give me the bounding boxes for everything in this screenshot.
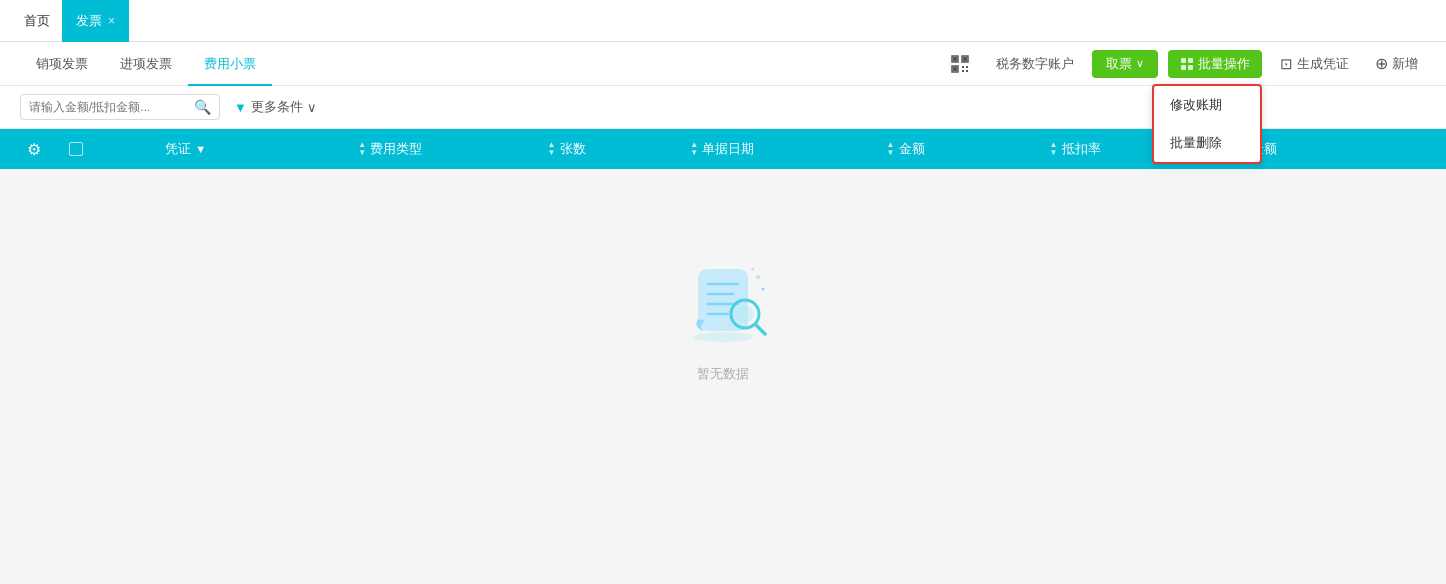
settings-header[interactable]: ⚙	[10, 140, 58, 159]
svg-rect-5	[953, 67, 957, 71]
svg-rect-6	[962, 66, 964, 68]
home-tab[interactable]: 首页	[12, 12, 62, 30]
voucher-filter-icon: ▼	[195, 143, 206, 155]
search-box: 🔍	[20, 94, 220, 120]
count-label: 张数	[560, 140, 586, 158]
invoice-tab[interactable]: 发票 ×	[62, 0, 129, 42]
expense-sort-arrows: ▲▼	[358, 141, 366, 157]
empty-illustration	[673, 249, 773, 349]
svg-point-22	[756, 275, 760, 279]
batch-dropdown-menu: 修改账期 批量删除	[1152, 84, 1262, 164]
expense-type-label: 费用类型	[370, 140, 422, 158]
count-header[interactable]: ▲▼ 张数	[503, 140, 631, 158]
empty-text: 暂无数据	[697, 365, 749, 383]
svg-point-23	[762, 288, 765, 291]
filter-icon: ▼	[234, 100, 247, 115]
modify-period-item[interactable]: 修改账期	[1154, 86, 1260, 124]
batch-operation-button[interactable]: 批量操作	[1168, 50, 1262, 78]
select-all-checkbox[interactable]	[69, 142, 83, 156]
voucher-header[interactable]: 凭证 ▼	[94, 140, 277, 158]
svg-rect-12	[1181, 65, 1186, 70]
filter-chevron: ∨	[307, 100, 317, 115]
tax-digital-label: 税务数字账户	[996, 55, 1074, 73]
add-button[interactable]: ⊕ 新增	[1367, 49, 1426, 78]
add-circle-icon: ⊕	[1375, 54, 1388, 73]
date-sort-arrows: ▲▼	[690, 141, 698, 157]
amount-label: 金额	[899, 140, 925, 158]
svg-line-21	[756, 325, 765, 334]
gear-icon: ⚙	[27, 140, 41, 159]
count-sort-arrows: ▲▼	[548, 141, 556, 157]
tab-sales-invoice[interactable]: 销项发票	[20, 42, 104, 86]
qr-code-button[interactable]	[942, 49, 978, 79]
tax-digital-account-button[interactable]: 税务数字账户	[988, 50, 1082, 78]
tab-expense-receipt[interactable]: 费用小票	[188, 42, 272, 86]
deduct-rate-header[interactable]: ▲▼ 抵扣率	[997, 140, 1153, 158]
svg-point-20	[736, 305, 754, 323]
svg-rect-10	[1181, 58, 1186, 63]
filter-label: 更多条件	[251, 98, 303, 116]
tab-purchase-invoice[interactable]: 进项发票	[104, 42, 188, 86]
voucher-icon: ⊡	[1280, 55, 1293, 73]
svg-rect-1	[953, 57, 957, 61]
amount-sort-arrows: ▲▼	[887, 141, 895, 157]
search-input[interactable]	[29, 100, 194, 114]
take-ticket-chevron: ∨	[1136, 57, 1144, 70]
voucher-col-label: 凭证	[165, 140, 191, 158]
svg-rect-3	[963, 57, 967, 61]
date-header[interactable]: ▲▼ 单据日期	[630, 140, 813, 158]
batch-operation-wrapper: 批量操作 修改账期 批量删除	[1168, 50, 1262, 78]
deduct-rate-label: 抵扣率	[1062, 140, 1101, 158]
svg-point-24	[752, 268, 755, 271]
more-filter-button[interactable]: ▼ 更多条件 ∨	[234, 98, 317, 116]
take-ticket-button[interactable]: 取票 ∨	[1092, 50, 1158, 78]
svg-rect-7	[966, 66, 968, 68]
svg-rect-9	[966, 70, 968, 72]
add-label: 新增	[1392, 55, 1418, 73]
search-icon-button[interactable]: 🔍	[194, 99, 211, 115]
svg-rect-11	[1188, 58, 1193, 63]
amount-header[interactable]: ▲▼ 金额	[814, 140, 997, 158]
batch-icon	[1180, 57, 1194, 71]
checkbox-header[interactable]	[58, 142, 94, 156]
svg-rect-8	[962, 70, 964, 72]
generate-voucher-button[interactable]: ⊡ 生成凭证	[1272, 50, 1357, 78]
svg-point-14	[693, 332, 753, 342]
batch-label: 批量操作	[1198, 55, 1250, 73]
deduct-rate-sort-arrows: ▲▼	[1050, 141, 1058, 157]
qr-icon	[950, 54, 970, 74]
expense-type-header[interactable]: ▲▼ 费用类型	[277, 140, 502, 158]
batch-delete-item[interactable]: 批量删除	[1154, 124, 1260, 162]
sub-tabs: 销项发票 进项发票 费用小票 税务数字账户 取票	[0, 42, 1446, 86]
take-ticket-label: 取票	[1106, 55, 1132, 73]
empty-state: 暂无数据	[0, 169, 1446, 423]
top-nav: 首页 发票 ×	[0, 0, 1446, 42]
voucher-label: 生成凭证	[1297, 55, 1349, 73]
invoice-tab-label: 发票	[76, 12, 102, 30]
date-label: 单据日期	[702, 140, 754, 158]
invoice-tab-close[interactable]: ×	[108, 14, 115, 28]
svg-rect-13	[1188, 65, 1193, 70]
